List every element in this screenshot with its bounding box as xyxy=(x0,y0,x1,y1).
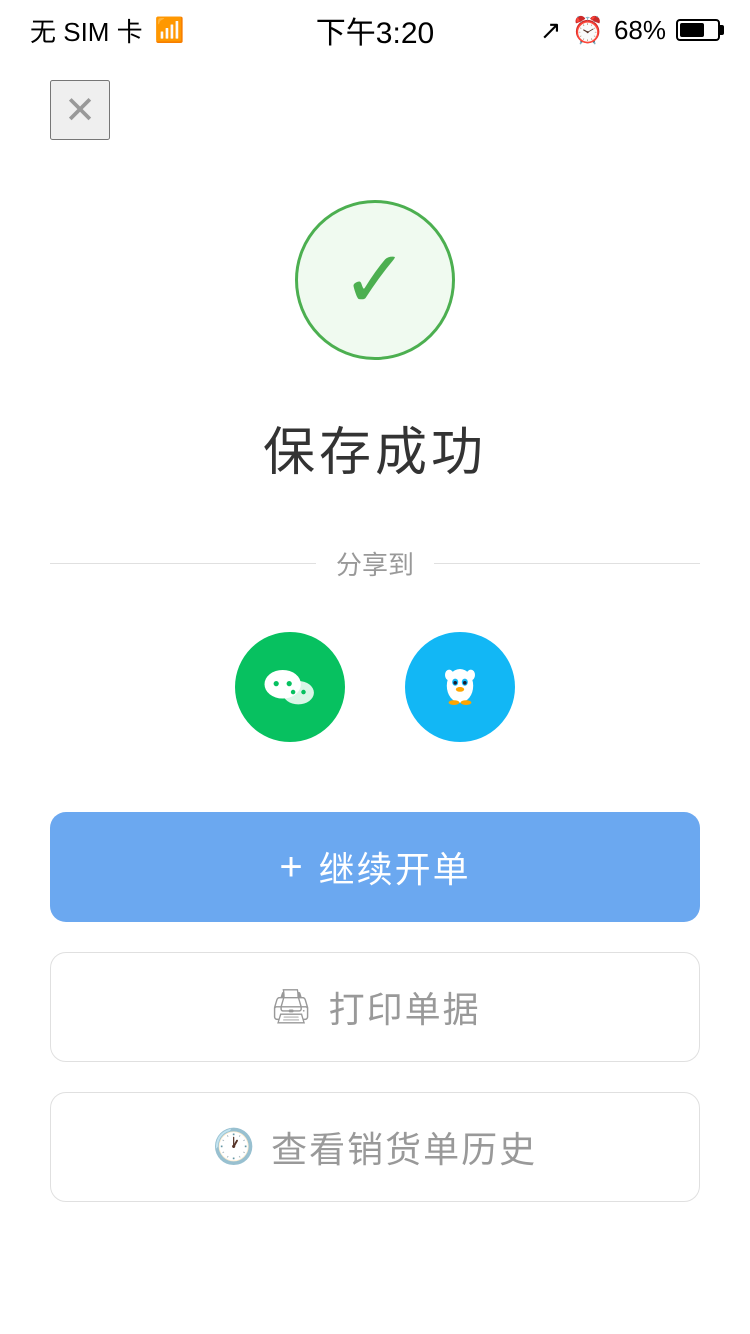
print-button[interactable]: 🖨 打印单据 xyxy=(50,952,700,1062)
wechat-svg-icon xyxy=(258,655,323,720)
main-content: ✕ ✓ 保存成功 分享到 xyxy=(0,60,750,1202)
divider-line-right xyxy=(434,563,700,564)
qq-share-button[interactable] xyxy=(405,632,515,742)
close-icon: ✕ xyxy=(64,88,96,133)
plus-icon: + xyxy=(279,845,302,890)
history-button-label: 查看销货单历史 xyxy=(271,1121,537,1173)
wechat-share-button[interactable] xyxy=(235,632,345,742)
buttons-section: + 继续开单 🖨 打印单据 🕐 查看销货单历史 xyxy=(50,812,700,1202)
print-icon: 🖨 xyxy=(269,987,312,1027)
alarm-icon: ⏰ xyxy=(572,15,604,46)
status-time: 下午3:20 xyxy=(316,8,434,52)
close-button[interactable]: ✕ xyxy=(50,80,110,140)
divider-section: 分享到 xyxy=(50,545,700,582)
history-icon: 🕐 xyxy=(213,1127,255,1167)
location-icon: ↗ xyxy=(540,15,562,46)
success-title: 保存成功 xyxy=(263,410,487,485)
no-sim-text: 无 SIM 卡 xyxy=(30,12,143,49)
battery-icon xyxy=(676,19,720,41)
status-bar: 无 SIM 卡 📶 下午3:20 ↗ ⏰ 68% xyxy=(0,0,750,60)
battery-percent: 68% xyxy=(614,15,666,46)
qq-svg-icon xyxy=(430,657,490,717)
battery-container xyxy=(676,19,720,41)
print-button-label: 打印单据 xyxy=(329,981,481,1033)
divider-line-left xyxy=(50,563,316,564)
continue-button[interactable]: + 继续开单 xyxy=(50,812,700,922)
status-left: 无 SIM 卡 📶 xyxy=(30,12,185,49)
checkmark-icon: ✓ xyxy=(341,240,408,320)
status-right: ↗ ⏰ 68% xyxy=(540,15,720,46)
share-label: 分享到 xyxy=(336,545,414,582)
share-icons xyxy=(235,632,515,742)
battery-fill xyxy=(680,23,704,37)
wifi-icon: 📶 xyxy=(155,16,185,45)
history-button[interactable]: 🕐 查看销货单历史 xyxy=(50,1092,700,1202)
success-circle: ✓ xyxy=(295,200,455,360)
continue-button-label: 继续开单 xyxy=(319,841,471,893)
